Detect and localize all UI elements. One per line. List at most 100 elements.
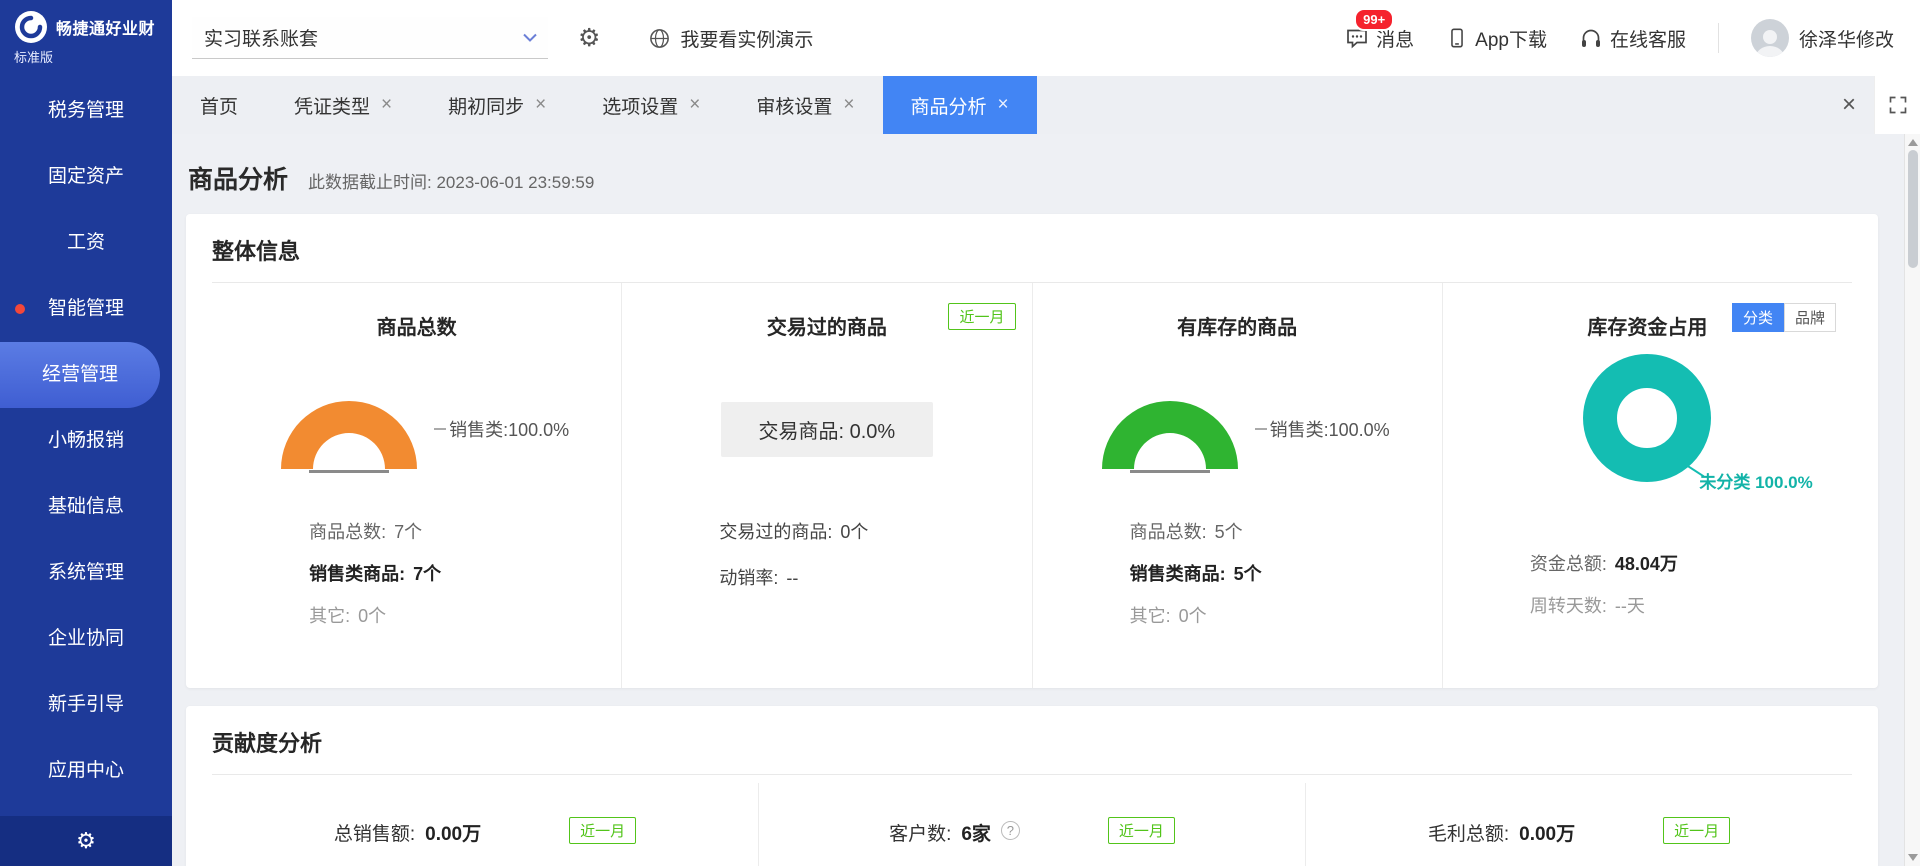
phone-icon xyxy=(1451,28,1463,48)
traded-percent-box: 交易商品: 0.0% xyxy=(720,401,934,457)
tab-close-icon[interactable]: × xyxy=(381,94,392,116)
tabbar-close-button[interactable]: × xyxy=(1842,76,1856,134)
tab-label: 选项设置 xyxy=(602,96,679,118)
sidebar-item-fixed-assets[interactable]: 固定资产 xyxy=(0,144,172,210)
sidebar-item-business-management[interactable]: 经营管理 xyxy=(0,342,160,408)
sidebar-item-app-center[interactable]: 应用中心 xyxy=(0,738,172,804)
sidebar-item-beginner-guide[interactable]: 新手引导 xyxy=(0,672,172,738)
person-icon xyxy=(1755,30,1784,57)
panel-traded-products: 近一月 交易过的商品 交易商品: 0.0% 交易过的商品: 0个 动销率: -- xyxy=(621,283,1031,688)
help-icon[interactable]: ? xyxy=(1000,821,1020,840)
period-badge[interactable]: 近一月 xyxy=(1107,817,1175,844)
app-download-button[interactable]: App下载 xyxy=(1446,25,1547,52)
stat-row: 资金总额: 48.04万 xyxy=(1530,550,1765,576)
gauge-label-text: 销售类:100.0% xyxy=(1269,420,1390,440)
metric-label: 毛利总额: xyxy=(1427,824,1510,845)
gauge-label: 销售类:100.0% xyxy=(434,416,569,442)
panel-inventory-capital: 分类 品牌 库存资金占用 未分类 100.0% 资金总额: 48.04万 周转天… xyxy=(1441,283,1852,688)
tab-close-icon[interactable]: × xyxy=(843,94,854,116)
online-service-button[interactable]: 在线客服 xyxy=(1579,25,1686,52)
tab-bar: 首页 凭证类型 × 期初同步 × 选项设置 × 审核设置 × 商品分析 × × xyxy=(172,76,1920,134)
tab-close-icon[interactable]: × xyxy=(998,94,1009,116)
user-menu[interactable]: 徐泽华修改 xyxy=(1750,19,1894,57)
account-settings-gear-icon[interactable]: ⚙ xyxy=(578,23,600,53)
stat-value: 0个 xyxy=(840,522,869,542)
gauge-callout-line xyxy=(434,428,447,430)
stat-label: 商品总数: xyxy=(309,522,387,542)
sidebar-item-system-management[interactable]: 系统管理 xyxy=(0,540,172,606)
tab-close-icon[interactable]: × xyxy=(535,94,546,116)
chevron-down-icon xyxy=(523,33,537,42)
account-select-value: 实习联系账套 xyxy=(204,29,319,50)
sidebar-item-label: 系统管理 xyxy=(47,562,124,583)
sidebar-item-expense-reimbursement[interactable]: 小畅报销 xyxy=(0,408,172,474)
stat-label: 其它: xyxy=(309,606,351,626)
sidebar-item-enterprise-collaboration[interactable]: 企业协同 xyxy=(0,606,172,672)
page-header: 商品分析 此数据截止时间: 2023-06-01 23:59:59 xyxy=(186,134,1878,214)
demo-link[interactable]: 我要看实例演示 xyxy=(648,25,813,52)
tab-home[interactable]: 首页 xyxy=(172,76,266,134)
stat-label: 其它: xyxy=(1129,606,1171,626)
logo-subtitle: 标准版 xyxy=(14,50,54,65)
stat-label: 动销率: xyxy=(719,568,779,588)
metric-value: 0.00万 xyxy=(1519,824,1576,845)
sidebar-item-payroll[interactable]: 工资 xyxy=(0,210,172,276)
gauge-callout-line xyxy=(1254,428,1267,430)
online-service-label: 在线客服 xyxy=(1609,29,1686,51)
overview-panels: 商品总数 销售类:100.0% 商品总数: 7个 销售类商品: 7个 其它: 0个 xyxy=(212,283,1852,688)
tab-option-settings[interactable]: 选项设置 × xyxy=(574,76,728,134)
sidebar-item-label: 工资 xyxy=(66,232,105,253)
fullscreen-button[interactable] xyxy=(1874,76,1920,134)
logo-title: 畅捷通好业财 xyxy=(56,21,156,38)
sidebar-item-smart-management[interactable]: 智能管理 xyxy=(0,276,172,342)
avatar xyxy=(1750,19,1789,57)
page-title: 商品分析 xyxy=(188,166,289,194)
app-logo[interactable]: 畅捷通好业财 标准版 xyxy=(0,0,172,70)
scrollbar-thumb[interactable] xyxy=(1907,150,1918,268)
stat-value: 48.04万 xyxy=(1614,554,1678,574)
sidebar: 畅捷通好业财 标准版 税务管理 固定资产 工资 智能管理 经营管理 小畅报销 基… xyxy=(0,0,172,866)
gauge-label-text: 销售类:100.0% xyxy=(449,420,570,440)
account-select[interactable]: 实习联系账套 xyxy=(192,17,548,59)
section-title-contribution: 贡献度分析 xyxy=(212,726,1852,775)
sidebar-item-basic-information[interactable]: 基础信息 xyxy=(0,474,172,540)
stat-label: 交易过的商品: xyxy=(719,522,833,542)
sidebar-item-label: 经营管理 xyxy=(41,364,118,385)
period-badge[interactable]: 近一月 xyxy=(1663,817,1731,844)
stat-row: 销售类商品: 7个 xyxy=(309,560,524,586)
vertical-scrollbar[interactable] xyxy=(1904,134,1920,866)
tab-close-icon[interactable]: × xyxy=(689,94,700,116)
metric-total-sales: 总销售额: 0.00万 近一月 xyxy=(212,783,758,866)
app-download-label: App下载 xyxy=(1475,29,1547,51)
stat-row: 其它: 0个 xyxy=(1130,602,1345,628)
messages-badge: 99+ xyxy=(1354,7,1395,31)
tab-audit-settings[interactable]: 审核设置 × xyxy=(728,76,882,134)
period-badge[interactable]: 近一月 xyxy=(569,817,637,844)
scroll-up-arrow[interactable] xyxy=(1907,139,1918,146)
notification-dot xyxy=(15,304,25,314)
stat-value: 0个 xyxy=(358,606,387,626)
metric-gross-profit: 毛利总额: 0.00万 近一月 xyxy=(1305,783,1852,866)
sidebar-settings-gear-icon[interactable]: ⚙ xyxy=(76,828,96,854)
period-badge[interactable]: 近一月 xyxy=(948,303,1016,330)
tab-initial-sync[interactable]: 期初同步 × xyxy=(420,76,574,134)
sidebar-item-label: 应用中心 xyxy=(47,760,124,781)
toggle-category-button[interactable]: 分类 xyxy=(1731,303,1784,332)
contribution-metrics: 总销售额: 0.00万 近一月 客户数: 6家 ? 近一月 毛利总额: 0.00… xyxy=(212,783,1852,866)
app-root: 畅捷通好业财 标准版 税务管理 固定资产 工资 智能管理 经营管理 小畅报销 基… xyxy=(0,0,1920,866)
stat-row: 商品总数: 5个 xyxy=(1130,518,1345,544)
messages-button[interactable]: 99+ 消息 xyxy=(1345,7,1414,52)
panel-title: 商品总数 xyxy=(376,317,457,339)
tab-product-analysis[interactable]: 商品分析 × xyxy=(882,76,1037,134)
donut-label: 未分类 100.0% xyxy=(1699,473,1813,492)
main-content: 商品分析 此数据截止时间: 2023-06-01 23:59:59 整体信息 商… xyxy=(172,134,1904,866)
sidebar-item-tax-management[interactable]: 税务管理 xyxy=(0,78,172,144)
stat-label: 周转天数: xyxy=(1529,596,1607,616)
contribution-card: 贡献度分析 总销售额: 0.00万 近一月 客户数: 6家 ? 近一月 毛利总额 xyxy=(186,706,1878,866)
gauge-label: 销售类:100.0% xyxy=(1254,416,1390,442)
toggle-brand-button[interactable]: 品牌 xyxy=(1783,303,1836,332)
sidebar-footer: ⚙ xyxy=(0,816,172,866)
scroll-down-arrow[interactable] xyxy=(1907,854,1918,861)
tab-voucher-type[interactable]: 凭证类型 × xyxy=(266,76,420,134)
demo-globe-icon xyxy=(650,28,670,48)
